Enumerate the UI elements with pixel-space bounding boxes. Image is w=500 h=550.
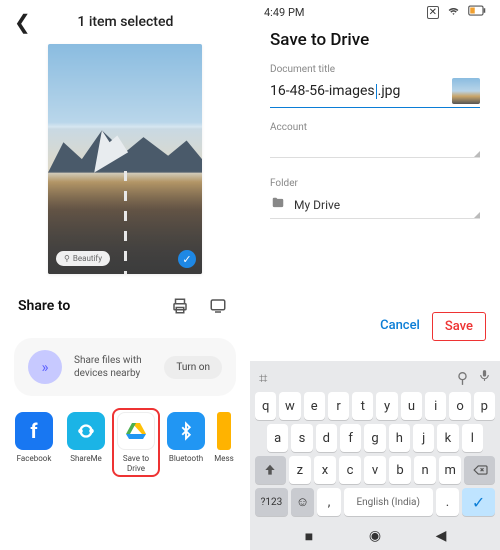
folder-icon bbox=[270, 196, 286, 214]
nearby-text: Share files with devices nearby bbox=[74, 354, 152, 380]
kbd-grid-icon[interactable]: ⌗ bbox=[259, 369, 267, 387]
share-to-label: Share to bbox=[18, 298, 156, 314]
account-select[interactable] bbox=[270, 136, 480, 158]
keyboard: ⌗ ⚲ qwertyuiop asdfghjkl zxcvbnm ?123 ☺ … bbox=[250, 361, 500, 550]
key-q[interactable]: q bbox=[255, 392, 276, 420]
key-t[interactable]: t bbox=[352, 392, 373, 420]
key-enter[interactable]: ✓ bbox=[462, 488, 495, 516]
doc-title-input[interactable]: 16-48-56-images.jpg bbox=[270, 83, 452, 99]
turn-on-button[interactable]: Turn on bbox=[164, 356, 222, 379]
kbd-search-icon[interactable]: ⚲ bbox=[457, 369, 468, 387]
dialog-title: Save to Drive bbox=[250, 20, 500, 64]
doc-thumbnail bbox=[452, 78, 480, 104]
beautify-label: Beautify bbox=[73, 254, 102, 263]
cancel-button[interactable]: Cancel bbox=[368, 312, 432, 341]
key-period[interactable]: . bbox=[436, 488, 459, 516]
key-n[interactable]: n bbox=[414, 456, 436, 484]
key-m[interactable]: m bbox=[439, 456, 461, 484]
key-k[interactable]: k bbox=[437, 424, 458, 452]
key-i[interactable]: i bbox=[425, 392, 446, 420]
key-g[interactable]: g bbox=[364, 424, 385, 452]
kbd-mic-icon[interactable] bbox=[478, 368, 491, 387]
key-p[interactable]: p bbox=[474, 392, 495, 420]
status-time: 4:49 PM bbox=[264, 6, 304, 19]
key-b[interactable]: b bbox=[389, 456, 411, 484]
key-l[interactable]: l bbox=[462, 424, 483, 452]
key-o[interactable]: o bbox=[449, 392, 470, 420]
nav-home[interactable]: ◉ bbox=[367, 528, 383, 544]
doc-title-label: Document title bbox=[270, 64, 480, 75]
search-icon: ⚲ bbox=[64, 254, 70, 263]
nav-back[interactable]: ◀ bbox=[433, 528, 449, 544]
key-numeric[interactable]: ?123 bbox=[255, 488, 288, 516]
app-save-to-drive[interactable]: Save to Drive bbox=[112, 408, 160, 477]
save-button[interactable]: Save bbox=[432, 312, 486, 341]
selected-check-icon: ✓ bbox=[178, 250, 196, 268]
status-bar: 4:49 PM ✕ bbox=[250, 0, 500, 20]
print-icon[interactable] bbox=[166, 292, 194, 320]
app-shareme[interactable]: ShareMe bbox=[62, 412, 110, 473]
key-a[interactable]: a bbox=[267, 424, 288, 452]
app-more[interactable]: Mess bbox=[214, 412, 234, 473]
key-backspace[interactable] bbox=[464, 456, 495, 484]
key-h[interactable]: h bbox=[389, 424, 410, 452]
key-v[interactable]: v bbox=[364, 456, 386, 484]
key-shift[interactable] bbox=[255, 456, 286, 484]
key-e[interactable]: e bbox=[304, 392, 325, 420]
nearby-share-row: » Share files with devices nearby Turn o… bbox=[14, 338, 236, 396]
key-space[interactable]: English (India) bbox=[344, 488, 433, 516]
key-d[interactable]: d bbox=[316, 424, 337, 452]
app-bluetooth[interactable]: Bluetooth bbox=[162, 412, 210, 473]
nearby-icon: » bbox=[28, 350, 62, 384]
key-c[interactable]: c bbox=[339, 456, 361, 484]
account-label: Account bbox=[270, 122, 480, 133]
share-apps-row: f Facebook ShareMe Save to Drive Bluetoo… bbox=[0, 396, 250, 473]
key-y[interactable]: y bbox=[376, 392, 397, 420]
key-u[interactable]: u bbox=[401, 392, 422, 420]
battery-icon bbox=[464, 5, 486, 19]
app-facebook[interactable]: f Facebook bbox=[10, 412, 58, 473]
selected-photo[interactable]: ⚲ Beautify ✓ bbox=[48, 44, 202, 274]
page-title: 1 item selected bbox=[15, 14, 236, 30]
key-s[interactable]: s bbox=[291, 424, 312, 452]
folder-label: Folder bbox=[270, 178, 480, 189]
key-x[interactable]: x bbox=[314, 456, 336, 484]
key-emoji[interactable]: ☺ bbox=[291, 488, 314, 516]
key-z[interactable]: z bbox=[289, 456, 311, 484]
cast-icon[interactable] bbox=[204, 292, 232, 320]
key-j[interactable]: j bbox=[413, 424, 434, 452]
key-r[interactable]: r bbox=[328, 392, 349, 420]
key-w[interactable]: w bbox=[279, 392, 300, 420]
folder-name: My Drive bbox=[294, 198, 340, 212]
key-f[interactable]: f bbox=[340, 424, 361, 452]
folder-select[interactable]: My Drive bbox=[270, 192, 480, 219]
beautify-chip[interactable]: ⚲ Beautify bbox=[56, 251, 110, 266]
wifi-icon bbox=[443, 4, 460, 20]
nav-recent[interactable]: ■ bbox=[301, 528, 317, 544]
key-comma[interactable]: , bbox=[317, 488, 340, 516]
vibrate-icon: ✕ bbox=[427, 6, 439, 19]
